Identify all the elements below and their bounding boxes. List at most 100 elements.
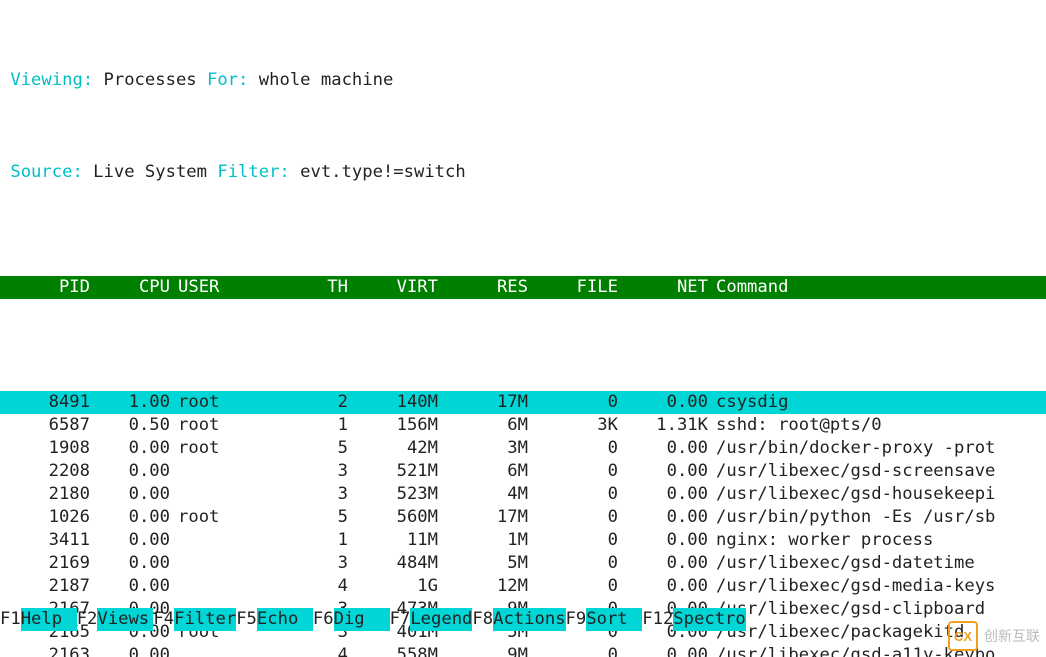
viewing-label: Viewing: (10, 70, 93, 90)
cell-cpu: 0.00 (90, 437, 170, 460)
cell-user: root (170, 391, 268, 414)
cell-file: 0 (528, 460, 618, 483)
fkey-f9: F9 (566, 608, 587, 631)
table-row[interactable]: 65870.50root1156M6M3K1.31Ksshd: root@pts… (0, 414, 1046, 437)
cell-th: 5 (268, 437, 348, 460)
cell-th: 4 (268, 644, 348, 657)
filter-value: evt.type!=switch (300, 162, 466, 182)
cell-file: 0 (528, 483, 618, 506)
cell-net: 0.00 (618, 391, 708, 414)
table-row[interactable]: 84911.00root2140M17M00.00csysdig (0, 391, 1046, 414)
cell-pid: 2163 (0, 644, 90, 657)
cell-cpu: 0.00 (90, 506, 170, 529)
cell-virt: 42M (348, 437, 438, 460)
cell-th: 5 (268, 506, 348, 529)
fkey-f1: F1 (0, 608, 21, 631)
fkey-f7: F7 (390, 608, 411, 631)
cell-th: 3 (268, 483, 348, 506)
table-row[interactable]: 21690.003484M5M00.00/usr/libexec/gsd-dat… (0, 552, 1046, 575)
table-row[interactable]: 22080.003521M6M00.00/usr/libexec/gsd-scr… (0, 460, 1046, 483)
cell-th: 4 (268, 575, 348, 598)
table-row[interactable]: 21630.004558M9M00.00/usr/libexec/gsd-a11… (0, 644, 1046, 657)
col-th[interactable]: TH (268, 276, 348, 299)
cell-cmd: /usr/bin/docker-proxy -prot (708, 437, 1046, 460)
cell-cmd: nginx: worker process (708, 529, 1046, 552)
cell-res: 3M (438, 437, 528, 460)
col-cpu[interactable]: CPU (90, 276, 170, 299)
fkey-f8: F8 (472, 608, 493, 631)
fkey-label-dig[interactable]: Dig (334, 608, 390, 631)
fkey-label-help[interactable]: Help (21, 608, 77, 631)
cell-cmd: /usr/libexec/gsd-screensave (708, 460, 1046, 483)
cell-pid: 1908 (0, 437, 90, 460)
cell-virt: 484M (348, 552, 438, 575)
table-row[interactable]: 34110.00111M1M00.00nginx: worker process (0, 529, 1046, 552)
cell-virt: 1G (348, 575, 438, 598)
cell-th: 1 (268, 414, 348, 437)
for-value: whole machine (259, 70, 394, 90)
watermark: CX 创新互联 (948, 621, 1040, 651)
col-user[interactable]: USER (170, 276, 268, 299)
table-row[interactable]: 21870.0041G12M00.00/usr/libexec/gsd-medi… (0, 575, 1046, 598)
header-line-source: Source: Live System Filter: evt.type!=sw… (0, 161, 1046, 184)
cell-virt: 140M (348, 391, 438, 414)
watermark-text: 创新互联 (984, 625, 1040, 648)
cell-res: 17M (438, 506, 528, 529)
cell-net: 0.00 (618, 644, 708, 657)
cell-file: 0 (528, 575, 618, 598)
cell-res: 17M (438, 391, 528, 414)
cell-virt: 156M (348, 414, 438, 437)
cell-net: 1.31K (618, 414, 708, 437)
fkey-label-actions[interactable]: Actions (493, 608, 565, 631)
fkey-label-spectro[interactable]: Spectro (673, 608, 745, 631)
cell-res: 6M (438, 414, 528, 437)
table-row[interactable]: 21800.003523M4M00.00/usr/libexec/gsd-hou… (0, 483, 1046, 506)
watermark-logo-icon: CX (948, 621, 978, 651)
cell-cmd: /usr/libexec/gsd-media-keys (708, 575, 1046, 598)
cell-net: 0.00 (618, 460, 708, 483)
fkey-label-echo[interactable]: Echo (257, 608, 313, 631)
terminal-screen: Viewing: Processes For: whole machine So… (0, 0, 1046, 657)
cell-res: 4M (438, 483, 528, 506)
table-row[interactable]: 19080.00root542M3M00.00/usr/bin/docker-p… (0, 437, 1046, 460)
source-value: Live System (93, 162, 207, 182)
function-key-bar: F1HelpF2ViewsF4FilterF5EchoF6DigF7Legend… (0, 608, 1046, 631)
fkey-f6: F6 (313, 608, 334, 631)
fkey-label-filter[interactable]: Filter (174, 608, 236, 631)
cell-res: 9M (438, 644, 528, 657)
cell-net: 0.00 (618, 506, 708, 529)
viewing-value: Processes (104, 70, 197, 90)
col-net[interactable]: NET (618, 276, 708, 299)
column-headers[interactable]: PIDCPUUSERTHVIRTRESFILENETCommand (0, 276, 1046, 299)
cell-cpu: 0.00 (90, 644, 170, 657)
source-label: Source: (10, 162, 82, 182)
table-row[interactable]: 10260.00root5560M17M00.00/usr/bin/python… (0, 506, 1046, 529)
cell-pid: 3411 (0, 529, 90, 552)
cell-net: 0.00 (618, 437, 708, 460)
cell-cpu: 0.00 (90, 460, 170, 483)
cell-cmd: /usr/libexec/gsd-housekeepi (708, 483, 1046, 506)
fkey-label-sort[interactable]: Sort (586, 608, 642, 631)
cell-file: 0 (528, 391, 618, 414)
col-pid[interactable]: PID (0, 276, 90, 299)
cell-virt: 558M (348, 644, 438, 657)
cell-cmd: /usr/bin/python -Es /usr/sb (708, 506, 1046, 529)
cell-cpu: 0.00 (90, 552, 170, 575)
col-file[interactable]: FILE (528, 276, 618, 299)
col-res[interactable]: RES (438, 276, 528, 299)
fkey-f2: F2 (77, 608, 98, 631)
fkey-label-legend[interactable]: Legend (410, 608, 472, 631)
col-cmd[interactable]: Command (708, 276, 1046, 299)
fkey-label-views[interactable]: Views (97, 608, 153, 631)
cell-virt: 523M (348, 483, 438, 506)
for-label: For: (207, 70, 248, 90)
cell-cpu: 1.00 (90, 391, 170, 414)
cell-virt: 11M (348, 529, 438, 552)
cell-user: root (170, 437, 268, 460)
cell-file: 3K (528, 414, 618, 437)
cell-res: 12M (438, 575, 528, 598)
cell-cmd: sshd: root@pts/0 (708, 414, 1046, 437)
cell-cmd: /usr/libexec/gsd-datetime (708, 552, 1046, 575)
col-virt[interactable]: VIRT (348, 276, 438, 299)
cell-cpu: 0.50 (90, 414, 170, 437)
